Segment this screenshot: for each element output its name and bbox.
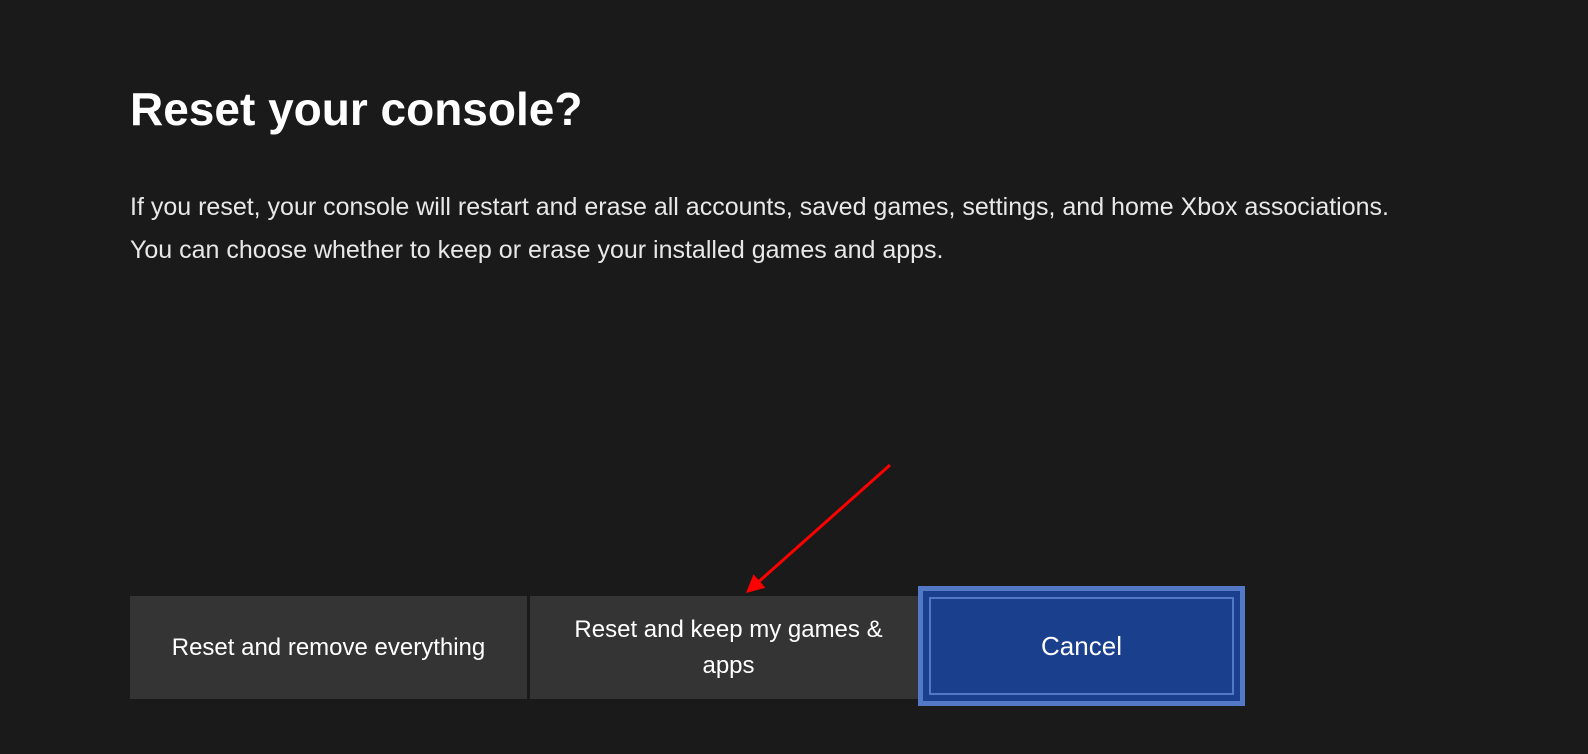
dialog-description: If you reset, your console will restart … bbox=[130, 186, 1410, 271]
dialog-title: Reset your console? bbox=[130, 82, 1458, 136]
reset-keep-label: Reset and keep my games & apps bbox=[560, 612, 897, 684]
reset-keep-button[interactable]: Reset and keep my games & apps bbox=[530, 596, 927, 699]
button-row: Reset and remove everything Reset and ke… bbox=[130, 596, 927, 699]
reset-remove-label: Reset and remove everything bbox=[172, 630, 486, 666]
reset-remove-button[interactable]: Reset and remove everything bbox=[130, 596, 527, 699]
cancel-button[interactable]: Cancel bbox=[918, 586, 1245, 706]
annotation-arrow-icon bbox=[735, 455, 905, 605]
cancel-button-inner: Cancel bbox=[929, 597, 1234, 695]
dialog-content: Reset your console? If you reset, your c… bbox=[0, 0, 1588, 271]
cancel-label: Cancel bbox=[1041, 631, 1122, 662]
